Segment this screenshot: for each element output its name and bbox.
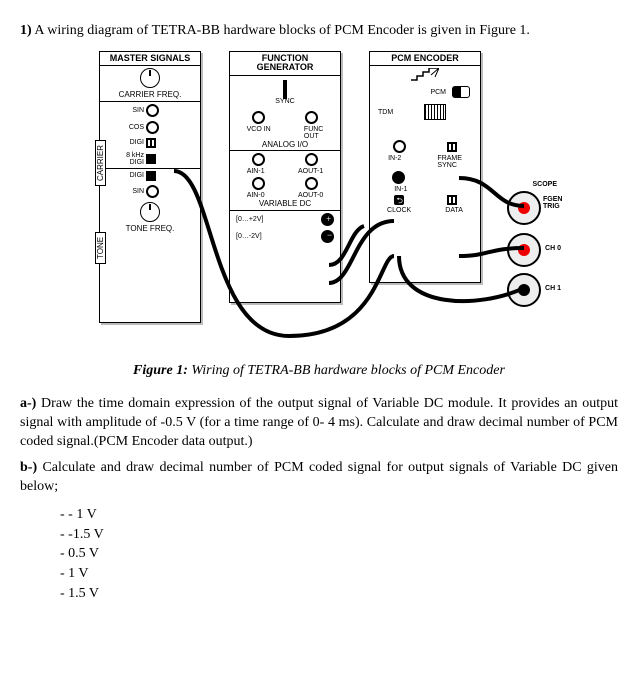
master-signals-module: MASTER SIGNALS CARRIER FREQ. SIN COS DIG…	[99, 51, 201, 323]
figure-caption-text: Wiring of TETRA-BB hardware blocks of PC…	[191, 363, 505, 378]
carrier-freq-label: CARRIER FREQ.	[100, 90, 200, 101]
master-sin-label: SIN	[104, 107, 146, 114]
tdm-icon	[424, 104, 446, 120]
task-a: a-) Draw the time domain expression of t…	[20, 395, 618, 452]
scope-ch1-jack-icon	[507, 273, 541, 307]
question-number: 1)	[20, 23, 32, 38]
pcm-encoder-title: PCM ENCODER	[370, 52, 480, 66]
master-signals-title: MASTER SIGNALS	[100, 52, 200, 66]
list-item: 1 V	[60, 564, 618, 584]
figure-caption: Figure 1: Wiring of TETRA-BB hardware bl…	[20, 362, 618, 381]
carrier-freq-knob-icon	[140, 68, 160, 88]
pcm-frame-sync-label: FRAME SYNC	[437, 155, 462, 169]
vco-in-port-icon	[252, 111, 265, 124]
figure-1: MASTER SIGNALS CARRIER FREQ. SIN COS DIG…	[20, 51, 618, 346]
variable-dc-label: VARIABLE DC	[230, 199, 340, 210]
question-intro: 1) A wiring diagram of TETRA-BB hardware…	[20, 22, 618, 41]
carrier-group-label: CARRIER	[95, 140, 106, 186]
figure-caption-label: Figure 1:	[133, 363, 188, 378]
vardc-neg-label: [0…-2V]	[236, 233, 262, 240]
list-item: 1.5 V	[60, 584, 618, 604]
master-carrier-digi-port-icon	[146, 138, 156, 148]
scope-ch0-jack-icon	[507, 233, 541, 267]
master-tone-digi-label: DIGI	[104, 172, 146, 179]
pcm-frame-sync-port-icon	[447, 142, 457, 152]
pcm-label: PCM	[430, 89, 446, 96]
pcm-in1-port-icon	[392, 171, 405, 184]
analog-io-label: ANALOG I/O	[230, 140, 340, 151]
list-item: -1.5 V	[60, 525, 618, 545]
master-digi-label: DIGI	[104, 139, 146, 146]
scope-ch1-label: CH 1	[545, 285, 561, 292]
tdm-label: TDM	[378, 109, 393, 116]
func-out-port-icon	[305, 111, 318, 124]
ain1-port-icon	[252, 153, 265, 166]
sync-port-icon	[283, 80, 287, 99]
pcm-data-port-icon	[447, 195, 457, 205]
master-8khz-digi-label: 8 kHz DIGI	[104, 152, 146, 166]
tone-freq-label: TONE FREQ.	[100, 224, 200, 234]
pcm-in2-label: IN-2	[388, 155, 401, 169]
pcm-toggle-icon	[452, 86, 470, 98]
task-a-label: a-)	[20, 396, 36, 411]
pcm-in2-port-icon	[393, 140, 406, 153]
master-tone-sin-port-icon	[146, 185, 159, 198]
scope-trig-label: FGEN TRIG	[543, 196, 559, 210]
scope-ch0-label: CH 0	[545, 245, 561, 252]
aout1-label: AOUT-1	[298, 168, 323, 175]
pcm-quantize-icon	[411, 68, 439, 82]
task-a-text: Draw the time domain expression of the o…	[20, 396, 618, 449]
ain0-port-icon	[252, 177, 265, 190]
list-item: 0.5 V	[60, 544, 618, 564]
tone-group-label: TONE	[95, 232, 106, 264]
master-carrier-cos-port-icon	[146, 121, 159, 134]
pcm-clock-port-icon: ⮌	[394, 195, 404, 205]
master-cos-label: COS	[104, 124, 146, 131]
ain0-label: AIN-0	[247, 192, 265, 199]
vardc-pos-label: [0…+2V]	[236, 216, 263, 223]
master-8khz-digi-port-icon	[146, 154, 156, 164]
pcm-in1-label: IN-1	[394, 186, 407, 193]
aout1-port-icon	[305, 153, 318, 166]
scope-header: SCOPE	[532, 181, 557, 188]
master-tone-sin-label: SIN	[104, 188, 146, 195]
func-out-label: FUNC OUT	[304, 126, 323, 140]
pcm-encoder-module: PCM ENCODER PCM TDM IN-2 FRAME SYNC	[369, 51, 481, 283]
scope-trig-jack-icon	[507, 191, 541, 225]
function-generator-module: FUNCTION GENERATOR SYNC VCO IN FUNC OUT …	[229, 51, 341, 303]
vardc-neg-port-icon: −	[321, 230, 334, 243]
aout0-port-icon	[305, 177, 318, 190]
task-b: b-) Calculate and draw decimal number of…	[20, 459, 618, 497]
task-b-text: Calculate and draw decimal number of PCM…	[20, 460, 618, 494]
master-carrier-sin-port-icon	[146, 104, 159, 117]
ain1-label: AIN-1	[247, 168, 265, 175]
task-b-values-list: - 1 V -1.5 V 0.5 V 1 V 1.5 V	[20, 505, 618, 603]
master-tone-digi-port-icon	[146, 171, 156, 181]
task-b-label: b-)	[20, 460, 37, 475]
function-generator-title: FUNCTION GENERATOR	[230, 52, 340, 76]
vardc-pos-port-icon: +	[321, 213, 334, 226]
list-item: - 1 V	[60, 505, 618, 525]
vco-in-label: VCO IN	[247, 126, 271, 140]
pcm-data-label: DATA	[445, 207, 463, 214]
question-text: A wiring diagram of TETRA-BB hardware bl…	[34, 23, 530, 38]
aout0-label: AOUT-0	[298, 192, 323, 199]
tone-freq-knob-icon	[140, 202, 160, 222]
wiring-diagram: MASTER SIGNALS CARRIER FREQ. SIN COS DIG…	[79, 51, 559, 341]
